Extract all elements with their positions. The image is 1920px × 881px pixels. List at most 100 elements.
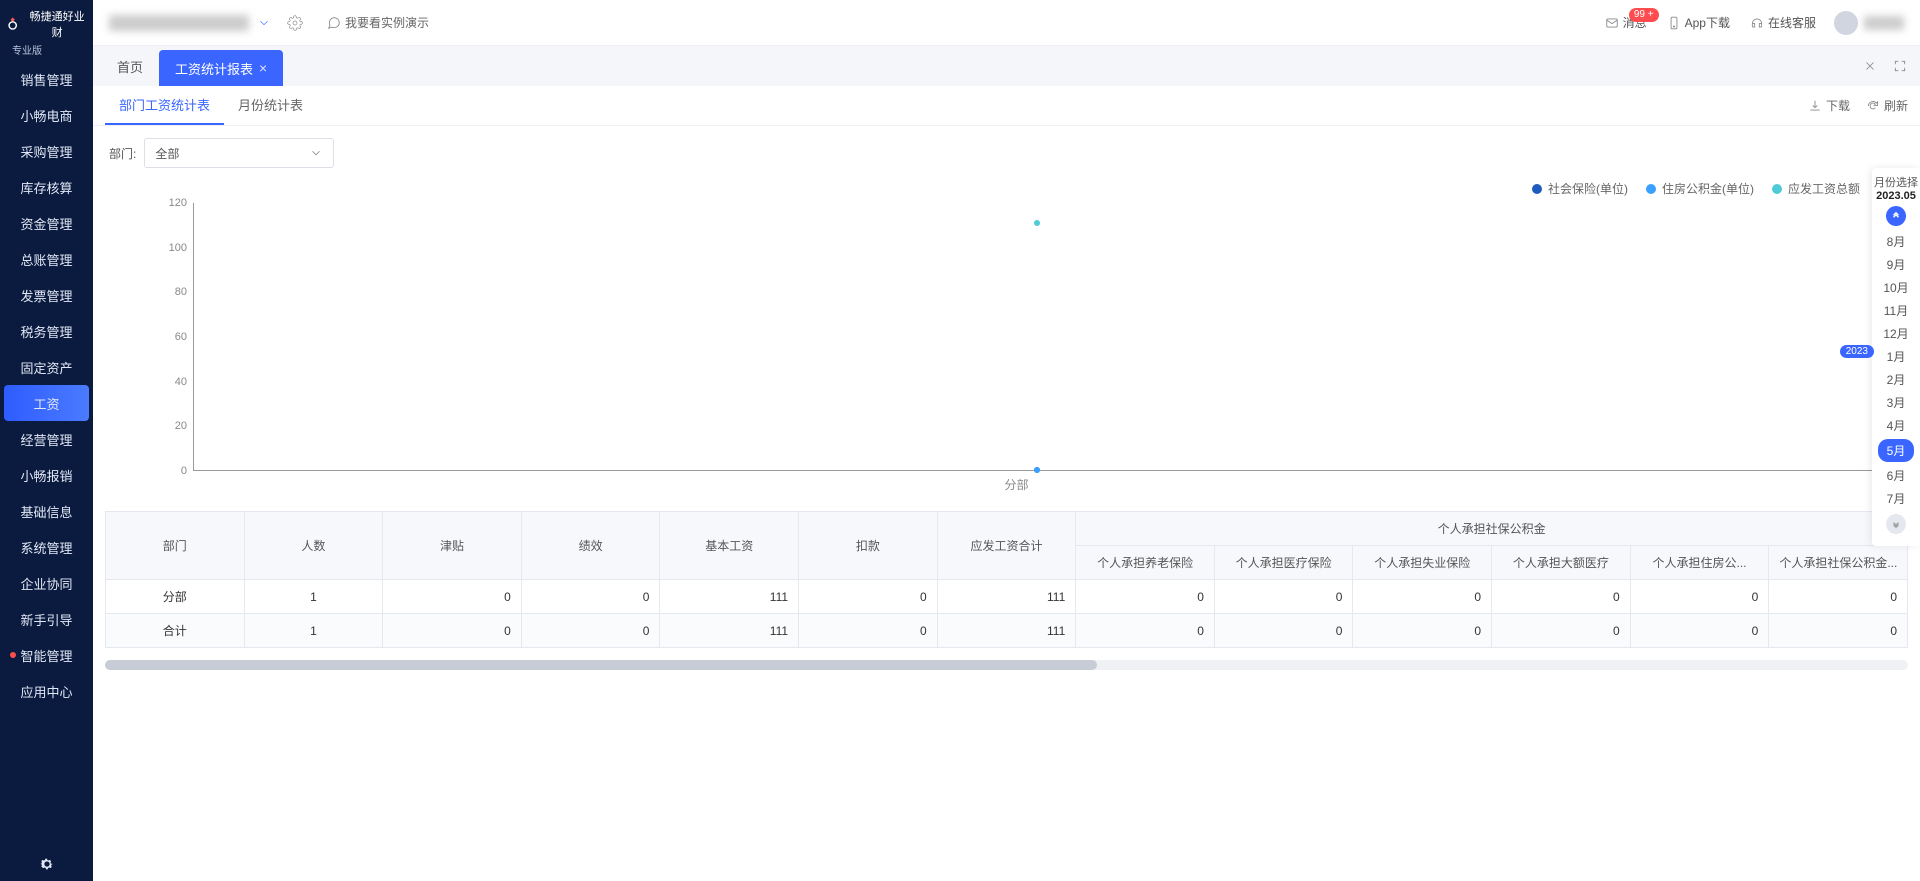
user-menu[interactable]: [1834, 11, 1904, 35]
month-item[interactable]: 11月: [1872, 299, 1920, 322]
month-item[interactable]: 3月: [1872, 391, 1920, 414]
legend-payable[interactable]: 应发工资总额: [1772, 180, 1860, 197]
sidebar-item-2[interactable]: 采购管理: [0, 133, 93, 169]
table-cell: 0: [1769, 580, 1908, 614]
sidebar-item-label: 库存核算: [20, 178, 72, 197]
table-header: 扣款: [799, 512, 938, 580]
scrollbar-thumb[interactable]: [105, 660, 1097, 670]
table-cell: 0: [799, 614, 938, 648]
sidebar-item-label: 经营管理: [20, 430, 72, 449]
refresh-button[interactable]: 刷新: [1866, 97, 1908, 114]
sidebar-item-8[interactable]: 固定资产: [0, 349, 93, 385]
table-wrap: 部门人数津贴绩效基本工资扣款应发工资合计个人承担社保公积金个人承担养老保险个人承…: [93, 503, 1920, 656]
sidebar-item-15[interactable]: 新手引导: [0, 601, 93, 637]
chart-point: [1034, 467, 1040, 473]
tab-salary-report[interactable]: 工资统计报表 ×: [159, 50, 283, 86]
plot-area: [193, 203, 1880, 471]
table-header: 基本工资: [660, 512, 799, 580]
chevron-down-icon: [1891, 519, 1901, 529]
app-edition: 专业版: [4, 42, 89, 57]
logo-area: 畅捷通好业财 专业版: [0, 0, 93, 61]
table-header: 应发工资合计: [937, 512, 1076, 580]
nav: 销售管理小畅电商采购管理库存核算资金管理总账管理发票管理税务管理固定资产工资经营…: [0, 61, 93, 847]
sidebar-item-label: 税务管理: [20, 322, 72, 341]
table-header: 个人承担住房公...: [1630, 546, 1769, 580]
table-cell: 合计: [106, 614, 245, 648]
dept-select[interactable]: 全部: [144, 138, 334, 168]
messages-button[interactable]: 消息 99 +: [1605, 14, 1647, 31]
sidebar-item-3[interactable]: 库存核算: [0, 169, 93, 205]
legend-social-ins[interactable]: 社会保险(单位): [1532, 180, 1628, 197]
month-item[interactable]: 6月: [1872, 464, 1920, 487]
settings-icon[interactable]: [287, 15, 303, 31]
month-item[interactable]: 1月: [1872, 345, 1920, 368]
logo-icon: [4, 15, 21, 33]
y-tick: 80: [175, 286, 187, 298]
sidebar-settings[interactable]: [0, 847, 93, 881]
org-selector[interactable]: [109, 15, 271, 31]
sidebar-item-14[interactable]: 企业协同: [0, 565, 93, 601]
table-header: 部门: [106, 512, 245, 580]
sidebar-item-4[interactable]: 资金管理: [0, 205, 93, 241]
sidebar-item-0[interactable]: 销售管理: [0, 61, 93, 97]
horizontal-scrollbar[interactable]: [105, 660, 1908, 670]
sub-tab-month[interactable]: 月份统计表: [224, 86, 317, 125]
close-icon[interactable]: ×: [259, 60, 267, 76]
month-picker-selected: 2023.05: [1872, 190, 1920, 202]
sidebar-item-9[interactable]: 工资: [4, 385, 89, 421]
sidebar-item-13[interactable]: 系统管理: [0, 529, 93, 565]
salary-table: 部门人数津贴绩效基本工资扣款应发工资合计个人承担社保公积金个人承担养老保险个人承…: [105, 511, 1908, 648]
month-item[interactable]: 5月: [1878, 439, 1914, 462]
sidebar-item-label: 销售管理: [20, 70, 72, 89]
sidebar-item-7[interactable]: 税务管理: [0, 313, 93, 349]
sidebar-item-6[interactable]: 发票管理: [0, 277, 93, 313]
month-item[interactable]: 12月: [1872, 322, 1920, 345]
close-all-tabs-button[interactable]: [1858, 54, 1882, 78]
sidebar-item-label: 发票管理: [20, 286, 72, 305]
sidebar-item-11[interactable]: 小畅报销: [0, 457, 93, 493]
table-group-header: 个人承担社保公积金: [1076, 512, 1908, 546]
sidebar-item-1[interactable]: 小畅电商: [0, 97, 93, 133]
month-scroll-up[interactable]: [1886, 206, 1906, 226]
y-axis: 020406080100120: [153, 203, 193, 471]
sidebar-item-label: 企业协同: [20, 574, 72, 593]
username-redacted: [1864, 16, 1904, 30]
app-download-button[interactable]: App下载: [1667, 14, 1730, 31]
table-header: 个人承担失业保险: [1353, 546, 1492, 580]
dept-filter-label: 部门:: [109, 145, 136, 162]
month-item[interactable]: 9月: [1872, 253, 1920, 276]
sidebar-item-label: 小畅电商: [20, 106, 72, 125]
sidebar-item-17[interactable]: 应用中心: [0, 673, 93, 709]
fullscreen-button[interactable]: [1888, 54, 1912, 78]
sidebar-item-16[interactable]: 智能管理: [0, 637, 93, 673]
sidebar-item-12[interactable]: 基础信息: [0, 493, 93, 529]
gear-icon: [39, 856, 55, 872]
month-item[interactable]: 10月: [1872, 276, 1920, 299]
month-item[interactable]: 7月: [1872, 487, 1920, 510]
table-cell: 111: [660, 580, 799, 614]
chat-icon: [327, 16, 341, 30]
download-button[interactable]: 下载: [1808, 97, 1850, 114]
month-scroll-down[interactable]: [1886, 514, 1906, 534]
table-cell: 0: [383, 580, 522, 614]
month-item[interactable]: 2月: [1872, 368, 1920, 391]
service-label: 在线客服: [1768, 14, 1816, 31]
expand-icon: [1893, 59, 1907, 73]
month-item[interactable]: 8月: [1872, 230, 1920, 253]
sidebar-item-10[interactable]: 经营管理: [0, 421, 93, 457]
sub-tab-dept[interactable]: 部门工资统计表: [105, 86, 224, 125]
table-header: 人数: [244, 512, 383, 580]
table-cell: 0: [1630, 580, 1769, 614]
tab-home[interactable]: 首页: [101, 46, 159, 86]
service-button[interactable]: 在线客服: [1750, 14, 1816, 31]
legend-dot-icon: [1532, 184, 1542, 194]
page-tabs: 首页 工资统计报表 ×: [93, 46, 1920, 86]
headset-icon: [1750, 16, 1764, 30]
y-tick: 40: [175, 376, 187, 388]
legend-housing-fund[interactable]: 住房公积金(单位): [1646, 180, 1754, 197]
sidebar-item-5[interactable]: 总账管理: [0, 241, 93, 277]
table-cell: 0: [1076, 580, 1215, 614]
demo-link[interactable]: 我要看实例演示: [327, 14, 429, 31]
month-item[interactable]: 4月: [1872, 414, 1920, 437]
org-name-redacted: [109, 15, 249, 31]
